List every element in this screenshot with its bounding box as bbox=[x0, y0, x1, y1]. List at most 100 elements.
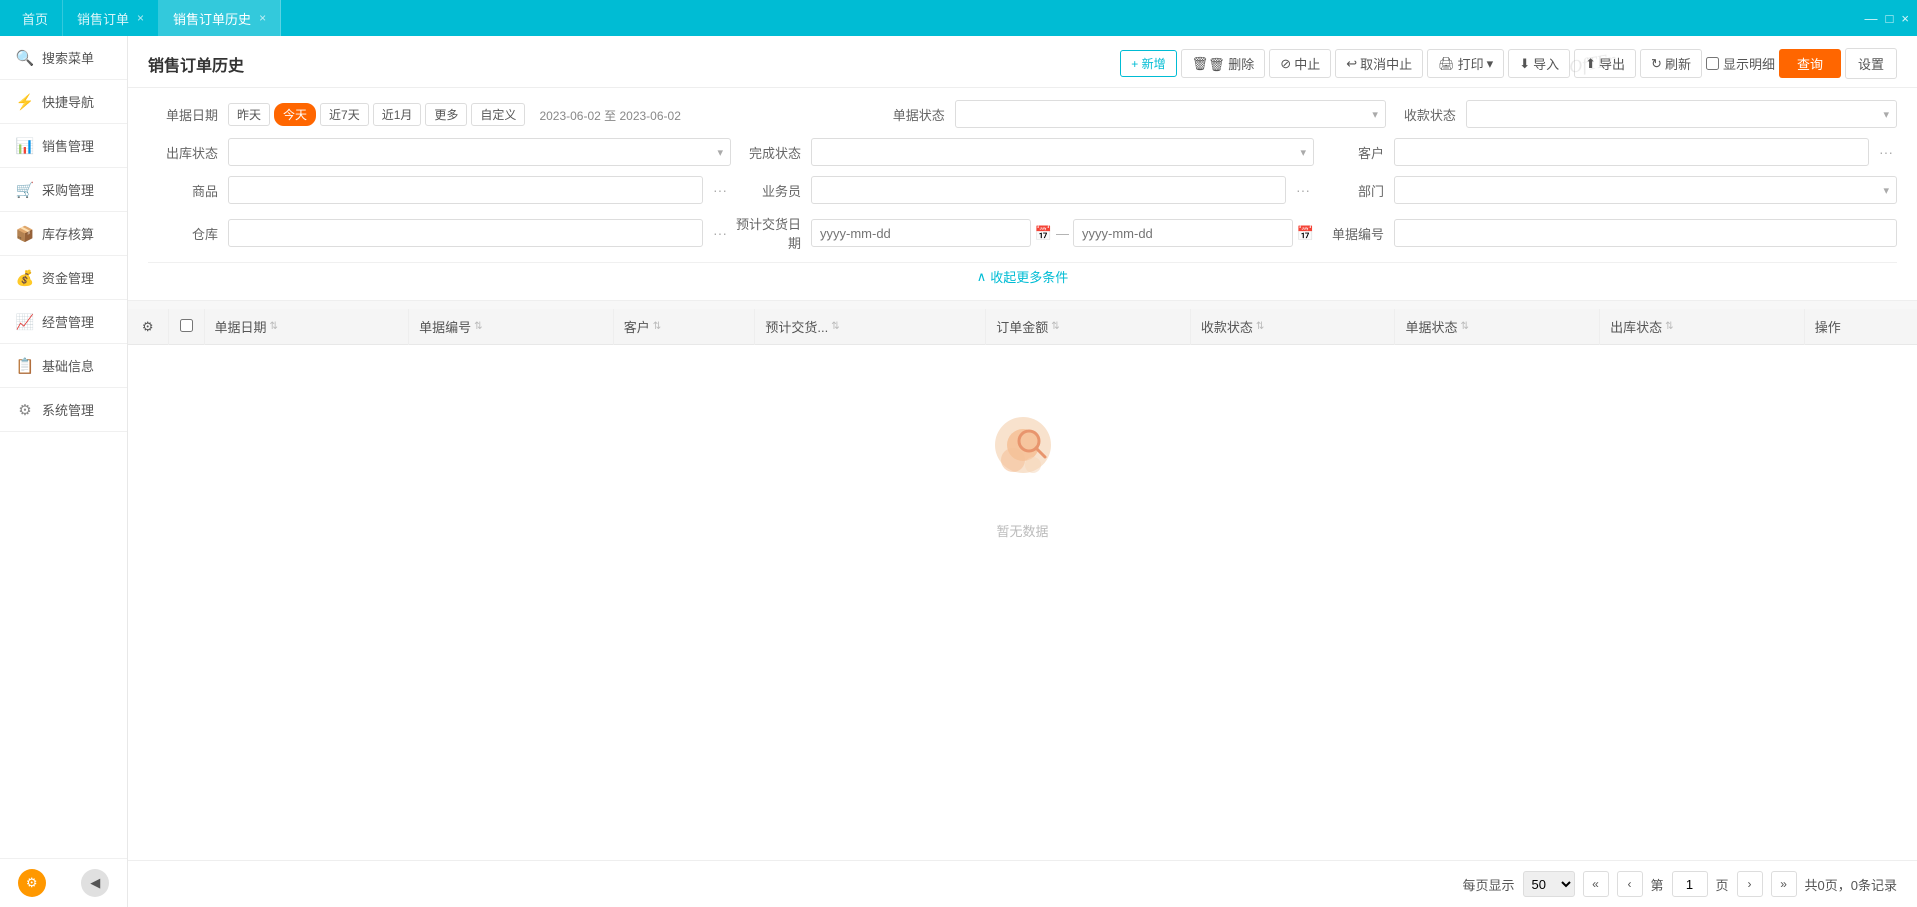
basic-info-icon: 📋 bbox=[16, 357, 34, 375]
th-expected-date-sort-icon[interactable]: ⇅ bbox=[831, 321, 839, 332]
sidebar: 🔍 搜索菜单 ⚡ 快捷导航 📊 销售管理 🛒 采购管理 📦 库存核算 💰 资金管… bbox=[0, 36, 128, 907]
order-status-select-wrapper: ▾ bbox=[955, 100, 1386, 128]
inventory-icon: 📦 bbox=[16, 225, 34, 243]
print-btn[interactable]: 🖨 打印 ▾ bbox=[1427, 49, 1504, 78]
refresh-btn[interactable]: ↻ 刷新 bbox=[1640, 49, 1702, 78]
th-delivery-status-label: 出库状态 bbox=[1610, 317, 1662, 336]
page-input[interactable]: 1 bbox=[1672, 871, 1708, 897]
th-amount-label: 订单金额 bbox=[996, 317, 1048, 336]
date-7days-btn[interactable]: 近7天 bbox=[320, 103, 369, 126]
tab-sales-order-label: 销售订单 bbox=[77, 9, 129, 28]
sidebar-item-sys-mgmt[interactable]: ⚙ 系统管理 bbox=[0, 388, 127, 432]
payment-status-select[interactable] bbox=[1466, 100, 1897, 128]
show-detail-checkbox[interactable] bbox=[1706, 57, 1719, 70]
sidebar-item-quick-nav[interactable]: ⚡ 快捷导航 bbox=[0, 80, 127, 124]
add-btn[interactable]: + 新增 bbox=[1120, 50, 1176, 77]
order-status-select[interactable] bbox=[955, 100, 1386, 128]
delete-label: 🗑 删除 bbox=[1208, 54, 1254, 73]
sidebar-item-inventory[interactable]: 📦 库存核算 bbox=[0, 212, 127, 256]
department-select[interactable] bbox=[1394, 176, 1897, 204]
window-restore-btn[interactable]: □ bbox=[1886, 11, 1894, 26]
product-input[interactable] bbox=[228, 176, 703, 204]
th-amount-sort-icon[interactable]: ⇅ bbox=[1051, 321, 1059, 332]
sidebar-item-finance[interactable]: 💰 资金管理 bbox=[0, 256, 127, 300]
settings-gear-icon[interactable]: ⚙ bbox=[142, 319, 154, 334]
window-minimize-btn[interactable]: — bbox=[1865, 11, 1878, 26]
delivery-status-select[interactable] bbox=[228, 138, 731, 166]
page-unit: 页 bbox=[1716, 875, 1729, 894]
th-payment-status-sort-icon[interactable]: ⇅ bbox=[1256, 321, 1264, 332]
sidebar-settings-btn[interactable]: ⚙ bbox=[18, 869, 46, 897]
cancel-stop-btn[interactable]: ↩ 取消中止 bbox=[1335, 49, 1423, 78]
warehouse-input[interactable] bbox=[228, 219, 703, 247]
date-more-btn[interactable]: 更多 bbox=[425, 103, 467, 126]
product-ellipsis[interactable]: ··· bbox=[709, 182, 731, 198]
customer-ellipsis[interactable]: ··· bbox=[1875, 144, 1897, 160]
purchase-mgmt-icon: 🛒 bbox=[16, 181, 34, 199]
prev-page-btn[interactable]: ‹ bbox=[1617, 871, 1643, 897]
date-label: 单据日期 bbox=[148, 105, 228, 124]
page-title: 销售订单历史 bbox=[148, 52, 244, 76]
tab-sales-order[interactable]: 销售订单 × bbox=[63, 0, 159, 36]
settings-btn[interactable]: 设置 bbox=[1845, 48, 1897, 79]
page-size-select[interactable]: 50 20 100 bbox=[1523, 871, 1575, 897]
finance-icon: 💰 bbox=[16, 269, 34, 287]
last-page-btn[interactable]: » bbox=[1771, 871, 1797, 897]
import-btn[interactable]: ⬇ 导入 bbox=[1508, 49, 1570, 78]
select-all-checkbox[interactable] bbox=[180, 319, 193, 332]
collapse-row[interactable]: ∧ 收起更多条件 bbox=[148, 262, 1897, 288]
completion-status-select[interactable] bbox=[811, 138, 1314, 166]
date-today-btn[interactable]: 今天 bbox=[274, 103, 316, 126]
sidebar-item-sales-mgmt[interactable]: 📊 销售管理 bbox=[0, 124, 127, 168]
delete-btn[interactable]: 🗑 🗑 删除 bbox=[1181, 49, 1266, 78]
th-checkbox[interactable] bbox=[168, 309, 204, 345]
window-close-btn[interactable]: × bbox=[1901, 11, 1909, 26]
stop-btn[interactable]: ⊘ 中止 bbox=[1269, 49, 1331, 78]
date-filter-control: 昨天 今天 近7天 近1月 更多 自定义 2023-06-02 至 2023-0… bbox=[228, 103, 875, 126]
sidebar-item-basic-info[interactable]: 📋 基础信息 bbox=[0, 344, 127, 388]
sidebar-item-basic-info-label: 基础信息 bbox=[42, 356, 94, 375]
customer-input[interactable] bbox=[1394, 138, 1869, 166]
tab-sales-order-close[interactable]: × bbox=[137, 11, 144, 25]
th-delivery-status-sort-icon[interactable]: ⇅ bbox=[1665, 321, 1673, 332]
date-1month-btn[interactable]: 近1月 bbox=[373, 103, 422, 126]
first-page-btn[interactable]: « bbox=[1583, 871, 1609, 897]
sidebar-item-search-menu[interactable]: 🔍 搜索菜单 bbox=[0, 36, 127, 80]
tab-sales-order-history-close[interactable]: × bbox=[259, 11, 266, 25]
payment-status-select-wrapper: ▾ bbox=[1466, 100, 1897, 128]
order-number-control bbox=[1394, 219, 1897, 247]
th-settings[interactable]: ⚙ bbox=[128, 309, 168, 345]
order-status-label: 单据状态 bbox=[875, 105, 955, 124]
date-yesterday-btn[interactable]: 昨天 bbox=[228, 103, 270, 126]
warehouse-label: 仓库 bbox=[148, 224, 228, 243]
warehouse-ellipsis[interactable]: ··· bbox=[709, 225, 731, 241]
th-date-sort-icon[interactable]: ⇅ bbox=[270, 321, 278, 332]
toolbar: + 新增 🗑 🗑 删除 ⊘ 中止 ↩ 取消中止 🖨 打印 ▾ bbox=[1120, 48, 1897, 79]
salesperson-ellipsis[interactable]: ··· bbox=[1292, 182, 1314, 198]
page-header: 销售订单历史 + 新增 🗑 🗑 删除 ⊘ 中止 ↩ 取消中止 🖨 打印 bbox=[128, 36, 1917, 88]
expected-date-end-calendar-icon[interactable]: 📅 bbox=[1297, 225, 1314, 242]
next-page-btn[interactable]: › bbox=[1737, 871, 1763, 897]
sidebar-item-operations[interactable]: 📈 经营管理 bbox=[0, 300, 127, 344]
tab-sales-order-history[interactable]: 销售订单历史 × bbox=[159, 0, 281, 36]
date-custom-btn[interactable]: 自定义 bbox=[471, 103, 525, 126]
show-detail-checkbox-label[interactable]: 显示明细 bbox=[1706, 54, 1775, 73]
salesperson-control: ··· bbox=[811, 176, 1314, 204]
expected-date-start-calendar-icon[interactable]: 📅 bbox=[1035, 225, 1052, 242]
sidebar-item-purchase-mgmt[interactable]: 🛒 采购管理 bbox=[0, 168, 127, 212]
salesperson-input[interactable] bbox=[811, 176, 1286, 204]
order-number-input[interactable] bbox=[1394, 219, 1897, 247]
expected-date-end[interactable] bbox=[1073, 219, 1293, 247]
th-number: 单据编号 ⇅ bbox=[409, 309, 614, 345]
department-label: 部门 bbox=[1314, 181, 1394, 200]
expected-date-start[interactable] bbox=[811, 219, 1031, 247]
th-order-status-sort-icon[interactable]: ⇅ bbox=[1460, 321, 1468, 332]
th-number-sort-icon[interactable]: ⇅ bbox=[474, 321, 482, 332]
collapse-arrow-icon: ∧ bbox=[977, 269, 987, 285]
query-btn[interactable]: 查询 bbox=[1779, 49, 1841, 78]
sidebar-collapse-btn[interactable]: ◀ bbox=[81, 869, 109, 897]
th-customer-sort-icon[interactable]: ⇅ bbox=[653, 321, 661, 332]
export-btn[interactable]: ⬆ 导出 bbox=[1574, 49, 1636, 78]
tab-home[interactable]: 首页 bbox=[8, 0, 63, 36]
department-select-wrapper: ▾ bbox=[1394, 176, 1897, 204]
